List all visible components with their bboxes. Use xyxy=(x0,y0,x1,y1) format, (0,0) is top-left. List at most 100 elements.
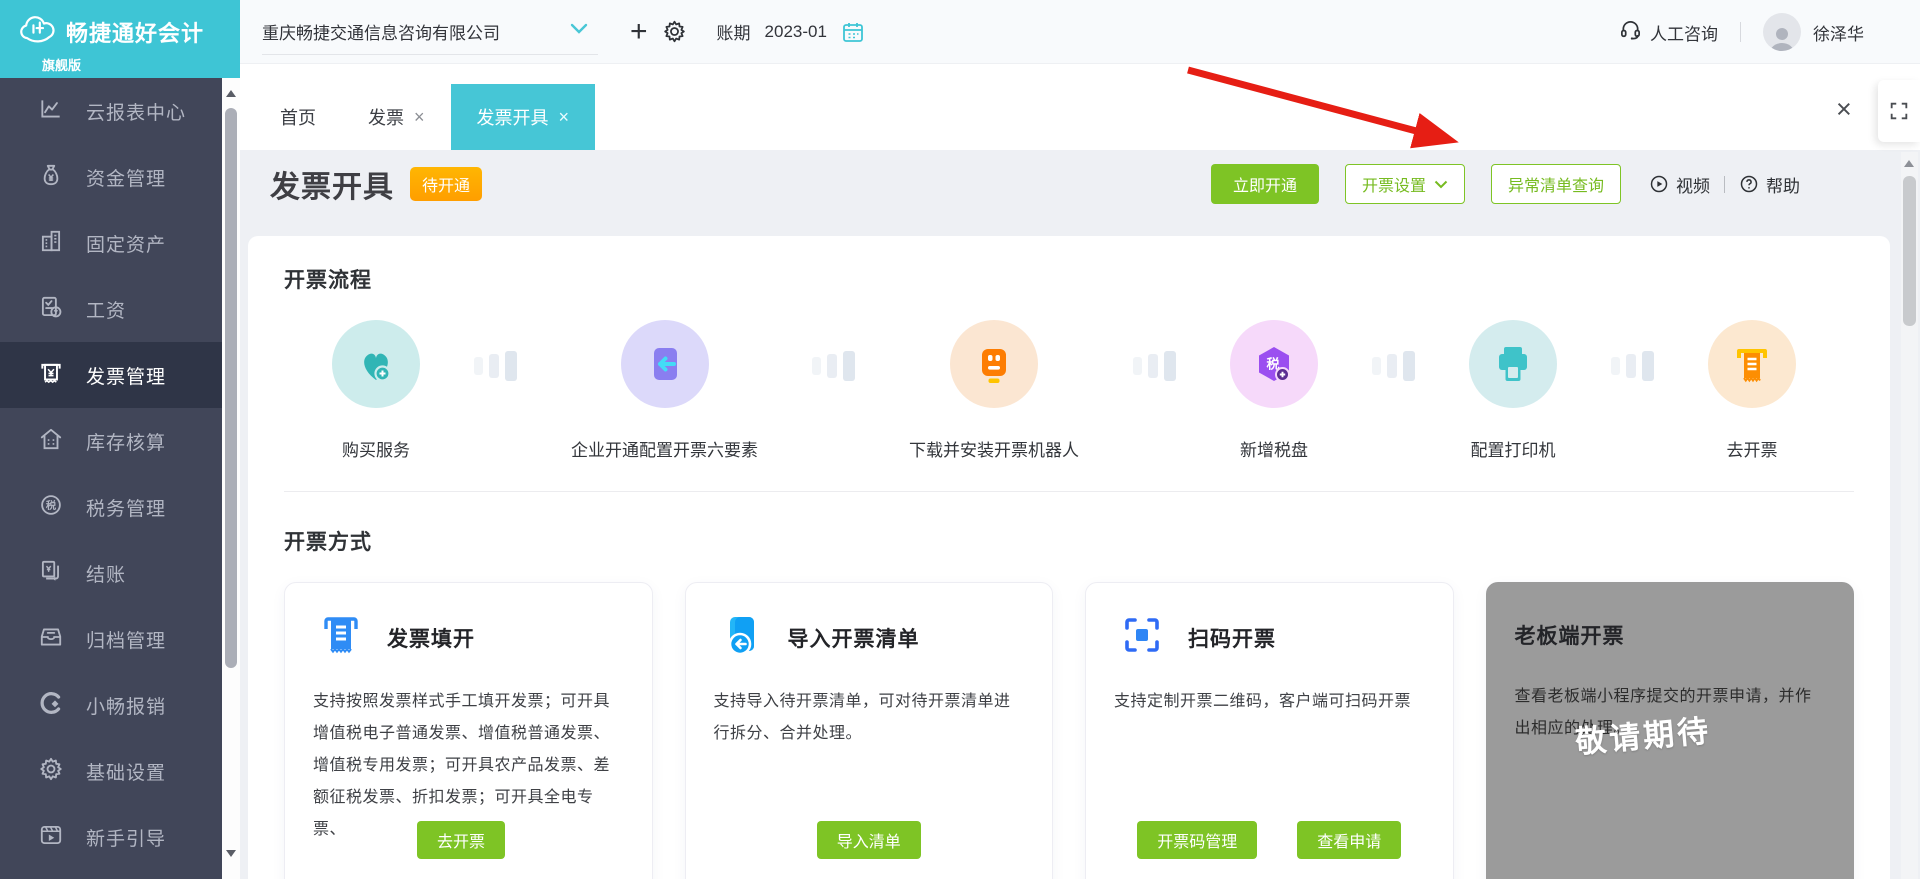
sidebar-item-inventory[interactable]: 库存核算 xyxy=(0,408,222,474)
scroll-thumb[interactable] xyxy=(1903,176,1916,326)
import-list-button[interactable]: 导入清单 xyxy=(816,821,921,859)
warehouse-icon xyxy=(38,426,64,457)
tab-invoice[interactable]: 发票 × xyxy=(342,84,451,150)
brand-name: 畅捷通好会计 xyxy=(66,20,205,46)
chevron-down-icon xyxy=(570,22,588,40)
invoicing-modes: 发票填开 支持按照发票样式手工填开发票；可开具增值税电子普通发票、增值税普通发票… xyxy=(284,582,1854,879)
sidebar-item-label: 资金管理 xyxy=(86,168,167,190)
go-invoice-button[interactable]: 去开票 xyxy=(417,821,506,859)
main-area: 首页 发票 × 发票开具 × 发票开具 待开通 立即开通 开票设置 异常清单查询 xyxy=(240,64,1920,879)
calendar-icon[interactable] xyxy=(841,20,865,44)
headset-icon xyxy=(1619,18,1642,46)
scroll-up-arrow[interactable] xyxy=(1904,160,1914,167)
flow-separator xyxy=(1133,351,1176,381)
logo-block: 畅捷通好会计 旗舰版 xyxy=(0,0,240,78)
topbar-divider xyxy=(1740,22,1741,42)
flow-step-label: 去开票 xyxy=(1726,441,1778,460)
flow-separator xyxy=(474,351,517,381)
invoice-settings-button[interactable]: 开票设置 xyxy=(1344,164,1465,204)
company-selector[interactable]: 重庆畅捷交通信息咨询有限公司 xyxy=(262,9,598,55)
scroll-thumb[interactable] xyxy=(225,108,237,668)
main-scrollbar[interactable] xyxy=(1901,152,1918,879)
sidebar-item-label: 云报表中心 xyxy=(86,102,187,124)
sidebar-item-expense[interactable]: 小畅报销 xyxy=(0,672,222,738)
tab-bar: 首页 发票 × 发票开具 × xyxy=(240,64,1920,150)
sidebar-item-label: 小畅报销 xyxy=(86,696,167,718)
card-title: 导入开票清单 xyxy=(787,627,920,651)
status-badge: 待开通 xyxy=(410,167,483,201)
content-panel: 开票流程 购买服务 企业开通配置开票六要素 下载并安装开票机器人 税 新增税盘 … xyxy=(248,236,1890,879)
flow-step-configure-printer[interactable]: 配置打印机 xyxy=(1469,320,1557,461)
add-company-button[interactable]: + xyxy=(630,16,648,47)
page-header: 发票开具 待开通 立即开通 开票设置 异常清单查询 视频 帮助 xyxy=(240,150,1920,218)
tax-disk-icon: 税 xyxy=(1230,320,1318,408)
money-bag-icon xyxy=(38,162,64,193)
card-title: 老板端开票 xyxy=(1514,625,1625,648)
gear-icon[interactable] xyxy=(662,19,687,44)
card-import-list[interactable]: 导入开票清单 支持导入待开票清单，可对待开票清单进行拆分、合并处理。 导入清单 xyxy=(684,582,1053,879)
tab-label: 发票开具 xyxy=(476,108,549,128)
card-title: 发票填开 xyxy=(387,627,475,651)
sidebar-item-archive[interactable]: 归档管理 xyxy=(0,606,222,672)
flow-step-label: 配置打印机 xyxy=(1470,441,1556,460)
flow-step-install-robot[interactable]: 下载并安装开票机器人 xyxy=(909,320,1079,461)
username[interactable]: 徐泽华 xyxy=(1813,20,1864,45)
sidebar-item-closing[interactable]: 结账 xyxy=(0,540,222,606)
sidebar-scrollbar[interactable] xyxy=(222,78,240,879)
help-link[interactable]: 帮助 xyxy=(1739,172,1800,197)
sidebar-item-onboarding[interactable]: 新手引导 xyxy=(0,804,222,870)
sidebar-item-invoices[interactable]: 发票管理 xyxy=(0,342,222,408)
live-support-link[interactable]: 人工咨询 xyxy=(1619,18,1718,46)
scroll-up-arrow[interactable] xyxy=(226,90,236,97)
flow-step-label: 新增税盘 xyxy=(1240,441,1308,460)
tab-label: 首页 xyxy=(280,108,316,128)
tab-invoice-issuing[interactable]: 发票开具 × xyxy=(450,84,596,150)
card-title: 扫码开票 xyxy=(1188,627,1276,651)
gear-icon xyxy=(38,756,64,787)
doc-arrow-icon xyxy=(620,320,709,408)
question-circle-icon xyxy=(1740,175,1758,193)
invoice-fill-icon xyxy=(313,607,369,668)
sidebar: 云报表中心 资金管理 固定资产 工资 发票管理 库存核算 税 税务管理 结账 归… xyxy=(0,78,240,879)
view-requests-button[interactable]: 查看申请 xyxy=(1297,821,1402,859)
sidebar-item-tax[interactable]: 税 税务管理 xyxy=(0,474,222,540)
sidebar-item-label: 归档管理 xyxy=(86,630,167,652)
period-label: 账期 xyxy=(716,24,751,43)
card-manual-invoice[interactable]: 发票填开 支持按照发票样式手工填开发票；可开具增值税电子普通发票、增值税普通发票… xyxy=(284,582,653,879)
sidebar-item-label: 工资 xyxy=(86,300,127,322)
invoice-code-manage-button[interactable]: 开票码管理 xyxy=(1137,821,1258,859)
card-scan-invoice[interactable]: 扫码开票 支持定制开票二维码，客户端可扫码开票 开票码管理 查看申请 xyxy=(1085,582,1454,879)
sidebar-item-cloud-reports[interactable]: 云报表中心 xyxy=(0,78,222,144)
abnormal-list-button[interactable]: 异常清单查询 xyxy=(1490,164,1621,204)
flow-step-purchase[interactable]: 购买服务 xyxy=(332,320,420,461)
sidebar-item-settings[interactable]: 基础设置 xyxy=(0,738,222,804)
scroll-down-arrow[interactable] xyxy=(226,850,236,857)
sidebar-item-contact[interactable]: 联系客服 xyxy=(0,866,222,879)
flow-step-label: 购买服务 xyxy=(342,441,410,460)
fullscreen-button[interactable] xyxy=(1878,80,1920,142)
sidebar-item-label: 结账 xyxy=(86,564,127,586)
video-guide-icon xyxy=(38,822,64,853)
flow-section-title: 开票流程 xyxy=(284,269,372,292)
flow-step-configure-elements[interactable]: 企业开通配置开票六要素 xyxy=(571,320,758,461)
sidebar-item-funds[interactable]: 资金管理 xyxy=(0,144,222,210)
chart-icon xyxy=(38,96,64,127)
video-link[interactable]: 视频 xyxy=(1649,172,1710,197)
svg-text:税: 税 xyxy=(46,498,57,511)
tab-close-icon[interactable]: × xyxy=(559,107,570,128)
video-label: 视频 xyxy=(1676,176,1710,196)
flow-step-add-tax-disk[interactable]: 税 新增税盘 xyxy=(1230,320,1318,461)
sidebar-item-label: 库存核算 xyxy=(86,432,167,454)
close-icon[interactable]: × xyxy=(1836,96,1852,123)
activate-now-button[interactable]: 立即开通 xyxy=(1210,164,1319,204)
chevron-down-icon xyxy=(1434,180,1448,188)
tab-close-icon[interactable]: × xyxy=(414,107,425,128)
period-value[interactable]: 2023-01 xyxy=(765,22,827,42)
sidebar-item-fixed-assets[interactable]: 固定资产 xyxy=(0,210,222,276)
flow-step-go-invoice[interactable]: 去开票 xyxy=(1708,320,1796,461)
sidebar-item-payroll[interactable]: 工资 xyxy=(0,276,222,342)
flow-separator xyxy=(812,351,855,381)
card-description: 支持导入待开票清单，可对待开票清单进行拆分、合并处理。 xyxy=(713,693,1011,742)
avatar[interactable] xyxy=(1763,13,1801,51)
tab-home[interactable]: 首页 xyxy=(254,84,342,150)
